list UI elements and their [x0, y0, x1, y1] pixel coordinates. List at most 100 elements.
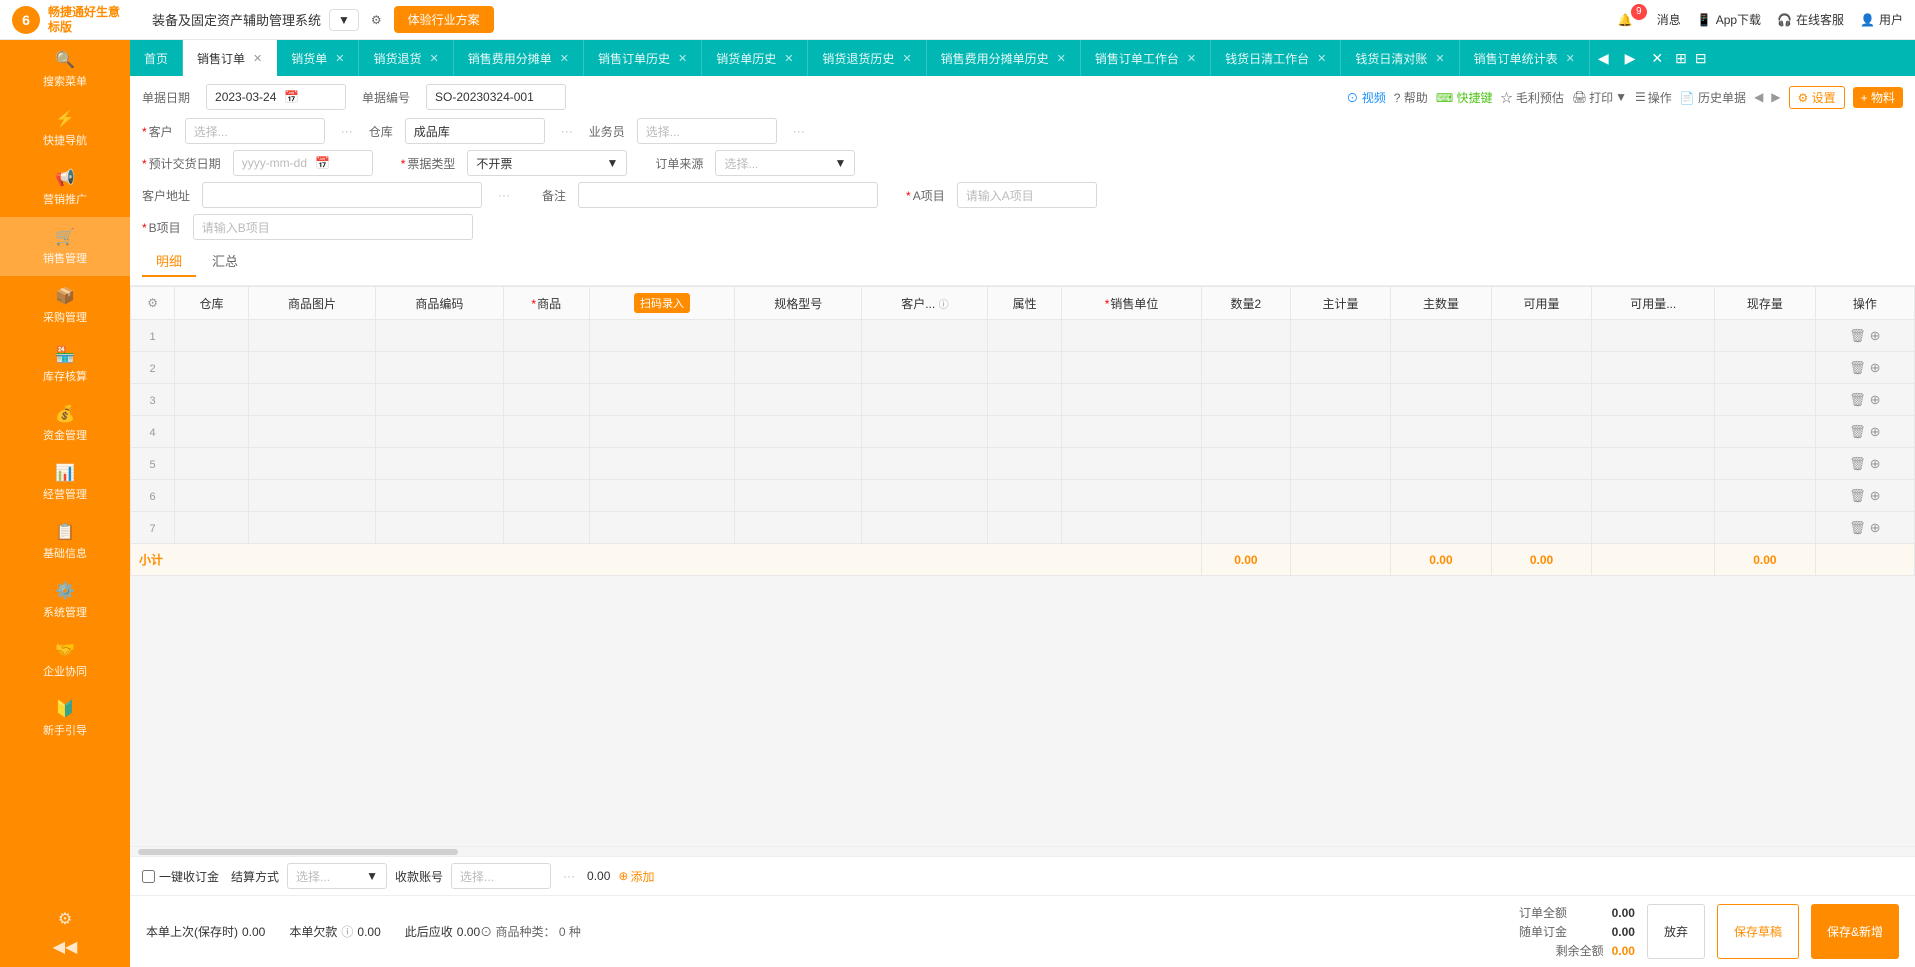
row-copy-btn[interactable]: ⊕	[1870, 424, 1881, 439]
save-new-btn[interactable]: 保存&新增	[1811, 904, 1899, 959]
sidebar-item-search[interactable]: 🔍 搜索菜单	[0, 40, 130, 99]
paging-next[interactable]: ▶	[1771, 90, 1780, 104]
tab-close-order-history[interactable]: ✕	[678, 52, 687, 65]
warehouse-input[interactable]: 成品库	[405, 118, 545, 144]
tab-layout-btn[interactable]: ⊟	[1691, 50, 1711, 67]
row-copy-btn[interactable]: ⊕	[1870, 456, 1881, 471]
tab-cash-workbench[interactable]: 钱货日清工作台 ✕	[1211, 40, 1341, 76]
tab-close-sales-order[interactable]: ✕	[253, 52, 262, 65]
tab-sales-fee-history[interactable]: 销售费用分摊单历史 ✕	[927, 40, 1081, 76]
tab-detail[interactable]: 明细	[142, 246, 196, 277]
sidebar-collapse-icon[interactable]: ◀◀	[53, 937, 78, 957]
print-link[interactable]: 🖨 打印 ▼	[1572, 89, 1627, 106]
operation-link[interactable]: ☰ 操作	[1635, 89, 1672, 106]
paging-prev[interactable]: ◀	[1754, 90, 1763, 104]
tab-home[interactable]: 首页	[130, 40, 183, 76]
one-click-deposit[interactable]: 一键收订金	[142, 868, 219, 885]
salesperson-input[interactable]: 选择...	[637, 118, 777, 144]
note-input[interactable]	[578, 182, 878, 208]
row-delete-btn[interactable]: 🗑	[1849, 488, 1866, 503]
tab-close-fee-history[interactable]: ✕	[1057, 52, 1066, 65]
tab-close-sales-return[interactable]: ✕	[430, 52, 439, 65]
sidebar-item-shortcut[interactable]: ⚡ 快捷导航	[0, 99, 130, 158]
sidebar-item-system[interactable]: ⚙️ 系统管理	[0, 571, 130, 630]
scrollbar-thumb[interactable]	[138, 849, 458, 855]
tab-more-btn[interactable]: ✕	[1643, 50, 1671, 67]
discard-btn[interactable]: 放弃	[1647, 904, 1705, 959]
tab-grid-btn[interactable]: ⊞	[1671, 50, 1691, 67]
tab-close-cash-reconcile[interactable]: ✕	[1435, 52, 1444, 65]
tab-close-sales-workbench[interactable]: ✕	[1187, 52, 1196, 65]
save-draft-btn[interactable]: 保存草稿	[1717, 904, 1799, 959]
sidebar-item-sales[interactable]: 🛒 销售管理	[0, 217, 130, 276]
row-delete-btn[interactable]: 🗑	[1849, 328, 1866, 343]
row-copy-btn[interactable]: ⊕	[1870, 392, 1881, 407]
tab-prev-btn[interactable]: ◀	[1590, 50, 1617, 67]
col-scan[interactable]: 扫码录入	[589, 287, 734, 320]
sidebar-item-operations[interactable]: 📊 经营管理	[0, 453, 130, 512]
delivery-date-input[interactable]: yyyy-mm-dd 📅	[233, 150, 373, 176]
tab-sales-return-history[interactable]: 销货退货历史 ✕	[808, 40, 926, 76]
customer-more-icon[interactable]: ···	[337, 124, 357, 138]
warehouse-more-icon[interactable]: ···	[557, 124, 577, 138]
sidebar-item-guide[interactable]: 🔰 新手引导	[0, 689, 130, 748]
project-b-input[interactable]: 请输入B项目	[193, 214, 473, 240]
tab-sales-stats[interactable]: 销售订单统计表 ✕	[1460, 40, 1590, 76]
shortcut-link[interactable]: ⌨ 快捷键	[1436, 89, 1493, 106]
online-service-item[interactable]: 🎧 在线客服	[1777, 11, 1844, 28]
order-source-input[interactable]: 选择... ▼	[715, 150, 855, 176]
row-delete-btn[interactable]: 🗑	[1849, 392, 1866, 407]
account-select[interactable]: 选择...	[451, 863, 551, 889]
settings-icon[interactable]: ⚙	[367, 9, 386, 31]
row-copy-btn[interactable]: ⊕	[1870, 328, 1881, 343]
history-link[interactable]: 📄 历史单据	[1680, 89, 1746, 106]
bill-date-input[interactable]: 2023-03-24 📅	[206, 84, 346, 110]
bill-no-input[interactable]: SO-20230324-001	[426, 84, 566, 110]
tab-sales-workbench[interactable]: 销售订单工作台 ✕	[1081, 40, 1211, 76]
tab-close-return-history[interactable]: ✕	[902, 52, 911, 65]
sidebar-gear-icon[interactable]: ⚙	[58, 909, 72, 929]
scan-btn[interactable]: 扫码录入	[634, 293, 690, 313]
salesperson-more-icon[interactable]: ···	[789, 124, 809, 138]
address-more-icon[interactable]: ···	[494, 188, 514, 202]
help-link[interactable]: ? 帮助	[1394, 89, 1428, 106]
invoice-type-select[interactable]: 不开票 ▼	[467, 150, 627, 176]
sidebar-item-finance[interactable]: 💰 资金管理	[0, 394, 130, 453]
settings-btn[interactable]: ⚙ 设置	[1789, 86, 1845, 109]
tab-next-btn[interactable]: ▶	[1617, 50, 1644, 67]
project-a-input[interactable]: 请输入A项目	[957, 182, 1097, 208]
address-input[interactable]	[202, 182, 482, 208]
system-dropdown[interactable]: ▼	[329, 9, 359, 31]
customer-input[interactable]: 选择...	[185, 118, 325, 144]
tab-sales-order-history[interactable]: 销售订单历史 ✕	[584, 40, 702, 76]
add-item-btn[interactable]: + 物料	[1853, 87, 1903, 108]
tab-close-sales-fee[interactable]: ✕	[560, 52, 569, 65]
tab-sales-bill-history[interactable]: 销货单历史 ✕	[702, 40, 808, 76]
row-copy-btn[interactable]: ⊕	[1870, 520, 1881, 535]
col-settings[interactable]: ⚙	[131, 287, 175, 320]
tab-close-sales-bill[interactable]: ✕	[335, 52, 344, 65]
horizontal-scrollbar[interactable]	[130, 846, 1915, 856]
row-delete-btn[interactable]: 🗑	[1849, 456, 1866, 471]
sidebar-item-inventory[interactable]: 🏪 库存核算	[0, 335, 130, 394]
sidebar-item-purchase[interactable]: 📦 采购管理	[0, 276, 130, 335]
row-delete-btn[interactable]: 🗑	[1849, 424, 1866, 439]
sidebar-item-marketing[interactable]: 📢 营销推广	[0, 158, 130, 217]
tab-sales-order[interactable]: 销售订单 ✕	[183, 40, 277, 76]
tab-sales-bill[interactable]: 销货单 ✕	[277, 40, 359, 76]
sidebar-item-basic[interactable]: 📋 基础信息	[0, 512, 130, 571]
tab-close-bill-history[interactable]: ✕	[784, 52, 793, 65]
row-delete-btn[interactable]: 🗑	[1849, 360, 1866, 375]
user-item[interactable]: 👤 用户	[1860, 11, 1903, 28]
profit-link[interactable]: ☆ 毛利预估	[1500, 89, 1563, 106]
add-payment-btn[interactable]: ⊕ 添加	[618, 868, 654, 885]
row-copy-btn[interactable]: ⊕	[1870, 488, 1881, 503]
industry-btn[interactable]: 体验行业方案	[394, 6, 494, 33]
tab-summary[interactable]: 汇总	[198, 246, 252, 277]
tab-cash-reconcile[interactable]: 钱货日清对账 ✕	[1341, 40, 1459, 76]
tab-close-sales-stats[interactable]: ✕	[1566, 52, 1575, 65]
tab-sales-return[interactable]: 销货退货 ✕	[359, 40, 453, 76]
tab-sales-fee[interactable]: 销售费用分摊单 ✕	[454, 40, 584, 76]
account-more-icon[interactable]: ···	[559, 869, 579, 883]
tab-close-cash-workbench[interactable]: ✕	[1317, 52, 1326, 65]
